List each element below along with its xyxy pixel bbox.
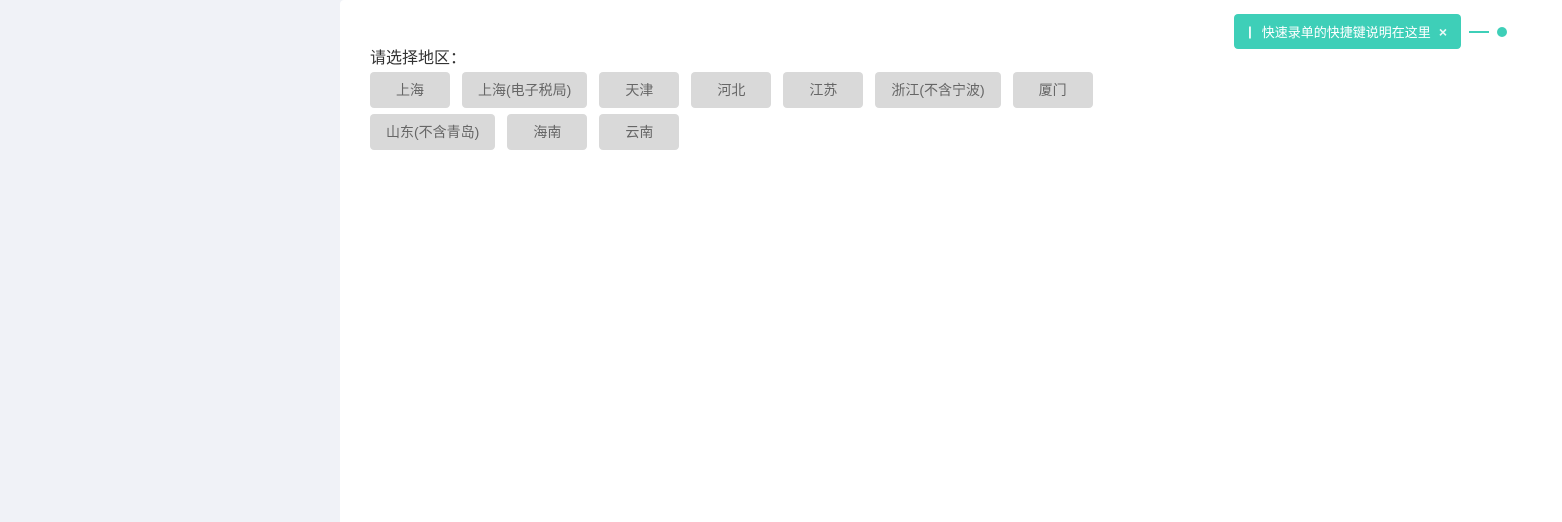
tooltip-text: 快速录单的快捷键说明在这里 xyxy=(1262,22,1431,41)
tooltip-container: 快速录单的快捷键说明在这里 × xyxy=(1234,14,1507,49)
tooltip-close-button[interactable]: × xyxy=(1439,24,1447,40)
region-buttons-row2: 山东(不含青岛) 海南云南 xyxy=(370,114,679,150)
region-button[interactable]: 浙江(不含宁波) xyxy=(875,72,1000,108)
main-content: 快速录单的快捷键说明在这里 × 请选择地区： 上海上海(电子税局) 天津河北江苏浙… xyxy=(340,0,1562,522)
tooltip-line xyxy=(1469,31,1489,33)
region-buttons-row1: 上海上海(电子税局) 天津河北江苏浙江(不含宁波) 厦门 xyxy=(370,72,1093,108)
region-button[interactable]: 河北 xyxy=(691,72,771,108)
region-button[interactable]: 云南 xyxy=(599,114,679,150)
region-button[interactable]: 江苏 xyxy=(783,72,863,108)
region-button[interactable]: 厦门 xyxy=(1013,72,1093,108)
region-button[interactable]: 山东(不含青岛) xyxy=(370,114,495,150)
page-title: 请选择地区： xyxy=(370,44,466,68)
region-button[interactable]: 上海 xyxy=(370,72,450,108)
region-button[interactable]: 上海(电子税局) xyxy=(462,72,587,108)
region-button[interactable]: 海南 xyxy=(507,114,587,150)
region-button[interactable]: 天津 xyxy=(599,72,679,108)
tooltip-dot xyxy=(1497,27,1507,37)
sidebar xyxy=(0,0,340,522)
tooltip-bubble: 快速录单的快捷键说明在这里 × xyxy=(1234,14,1461,49)
